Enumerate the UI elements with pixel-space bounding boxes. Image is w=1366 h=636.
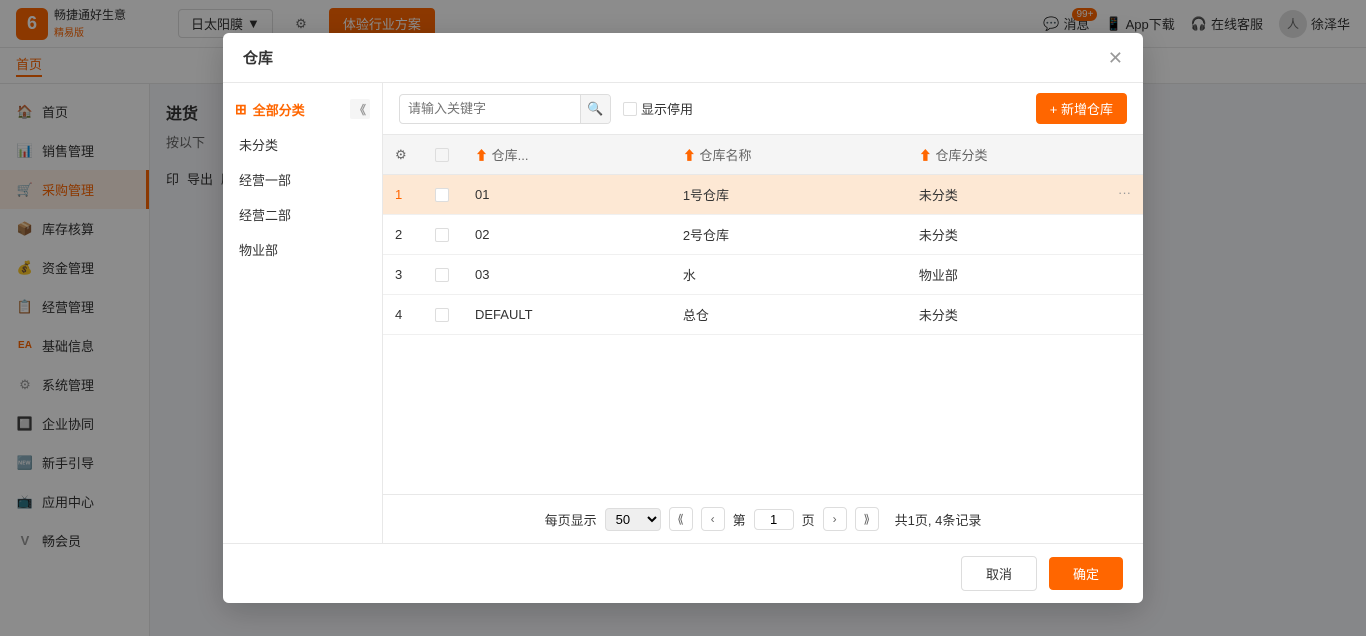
sort-icon-name: ⬆ — [683, 148, 696, 163]
total-info: 共1页, 4条记录 — [895, 510, 982, 529]
row-checkbox[interactable] — [423, 175, 463, 215]
table-row[interactable]: 2 02 2号仓库 未分类 — [383, 215, 1143, 255]
per-page-label: 每页显示 — [545, 510, 597, 529]
grid-icon: ⊞ — [235, 101, 247, 118]
collapse-button[interactable]: 《 — [350, 99, 370, 119]
prev-page-button[interactable]: ‹ — [701, 507, 725, 531]
modal-header: 仓库 ✕ — [223, 33, 1143, 83]
table-row[interactable]: 4 DEFAULT 总仓 未分类 — [383, 295, 1143, 335]
add-warehouse-button[interactable]: + 新增仓库 — [1036, 93, 1127, 124]
sort-icon: ⬆ — [475, 148, 488, 163]
row-code: 01 — [463, 175, 671, 215]
next-page-button[interactable]: › — [823, 507, 847, 531]
row-category: 未分类 — [907, 215, 1143, 255]
table-row[interactable]: 3 03 水 物业部 — [383, 255, 1143, 295]
table-header-checkbox — [423, 135, 463, 175]
warehouse-modal: 仓库 ✕ ⊞ 全部分类 《 未分类 经营一部 经营二部 — [223, 33, 1143, 603]
category-sidebar: ⊞ 全部分类 《 未分类 经营一部 经营二部 物业部 — [223, 83, 383, 543]
row-category: 物业部 — [907, 255, 1143, 295]
row-num: 3 — [383, 255, 423, 295]
page-number-input[interactable] — [754, 509, 794, 530]
row-num: 4 — [383, 295, 423, 335]
category-item-2[interactable]: 经营二部 — [223, 197, 382, 232]
modal-close-button[interactable]: ✕ — [1108, 49, 1123, 67]
page-label: 第 — [733, 510, 746, 529]
row-checkbox[interactable] — [423, 255, 463, 295]
warehouse-table: ⚙ ⬆ 仓库... ⬆ — [383, 135, 1143, 494]
modal-title: 仓库 — [243, 47, 273, 68]
table-header-name: ⬆ 仓库名称 — [671, 135, 907, 175]
all-categories-label: 全部分类 — [253, 100, 305, 119]
row-category: 未分类··· — [907, 175, 1143, 215]
row-code: 02 — [463, 215, 671, 255]
row-category: 未分类 — [907, 295, 1143, 335]
table-header-settings: ⚙ — [383, 135, 423, 175]
confirm-button[interactable]: 确定 — [1049, 557, 1123, 590]
row-num: 1 — [383, 175, 423, 215]
search-box: 🔍 — [399, 94, 611, 124]
modal-body: ⊞ 全部分类 《 未分类 经营一部 经营二部 物业部 — [223, 83, 1143, 543]
modal-footer: 取消 确定 — [223, 543, 1143, 603]
row-code: 03 — [463, 255, 671, 295]
category-item-0[interactable]: 未分类 — [223, 127, 382, 162]
table-row[interactable]: 1 01 1号仓库 未分类··· — [383, 175, 1143, 215]
row-name: 1号仓库 — [671, 175, 907, 215]
table-header-category: ⬆ 仓库分类 — [907, 135, 1143, 175]
show-disabled-option: 显示停用 — [623, 99, 693, 118]
select-all-checkbox[interactable] — [435, 148, 449, 162]
all-categories-item[interactable]: ⊞ 全部分类 《 — [223, 91, 382, 127]
row-num: 2 — [383, 215, 423, 255]
row-name: 总仓 — [671, 295, 907, 335]
cancel-button[interactable]: 取消 — [961, 556, 1037, 591]
search-button[interactable]: 🔍 — [580, 94, 610, 124]
first-page-button[interactable]: ⟪ — [669, 507, 693, 531]
pagination-bar: 每页显示 102050100 ⟪ ‹ 第 页 › ⟫ 共1页, 4条记录 — [383, 494, 1143, 543]
category-item-1[interactable]: 经营一部 — [223, 162, 382, 197]
modal-main-area: 🔍 显示停用 + 新增仓库 ⚙ — [383, 83, 1143, 543]
row-name: 2号仓库 — [671, 215, 907, 255]
per-page-select[interactable]: 102050100 — [605, 508, 661, 531]
modal-toolbar: 🔍 显示停用 + 新增仓库 — [383, 83, 1143, 135]
row-name: 水 — [671, 255, 907, 295]
row-code: DEFAULT — [463, 295, 671, 335]
settings-header-icon: ⚙ — [395, 147, 407, 162]
search-input[interactable] — [400, 101, 580, 116]
row-checkbox[interactable] — [423, 215, 463, 255]
table-header-code: ⬆ 仓库... — [463, 135, 671, 175]
sort-icon-cat: ⬆ — [919, 148, 932, 163]
row-checkbox[interactable] — [423, 295, 463, 335]
category-item-3[interactable]: 物业部 — [223, 232, 382, 267]
modal-overlay: 仓库 ✕ ⊞ 全部分类 《 未分类 经营一部 经营二部 — [0, 0, 1366, 636]
last-page-button[interactable]: ⟫ — [855, 507, 879, 531]
show-disabled-checkbox[interactable] — [623, 102, 637, 116]
show-disabled-label: 显示停用 — [641, 99, 693, 118]
page-unit: 页 — [802, 510, 815, 529]
